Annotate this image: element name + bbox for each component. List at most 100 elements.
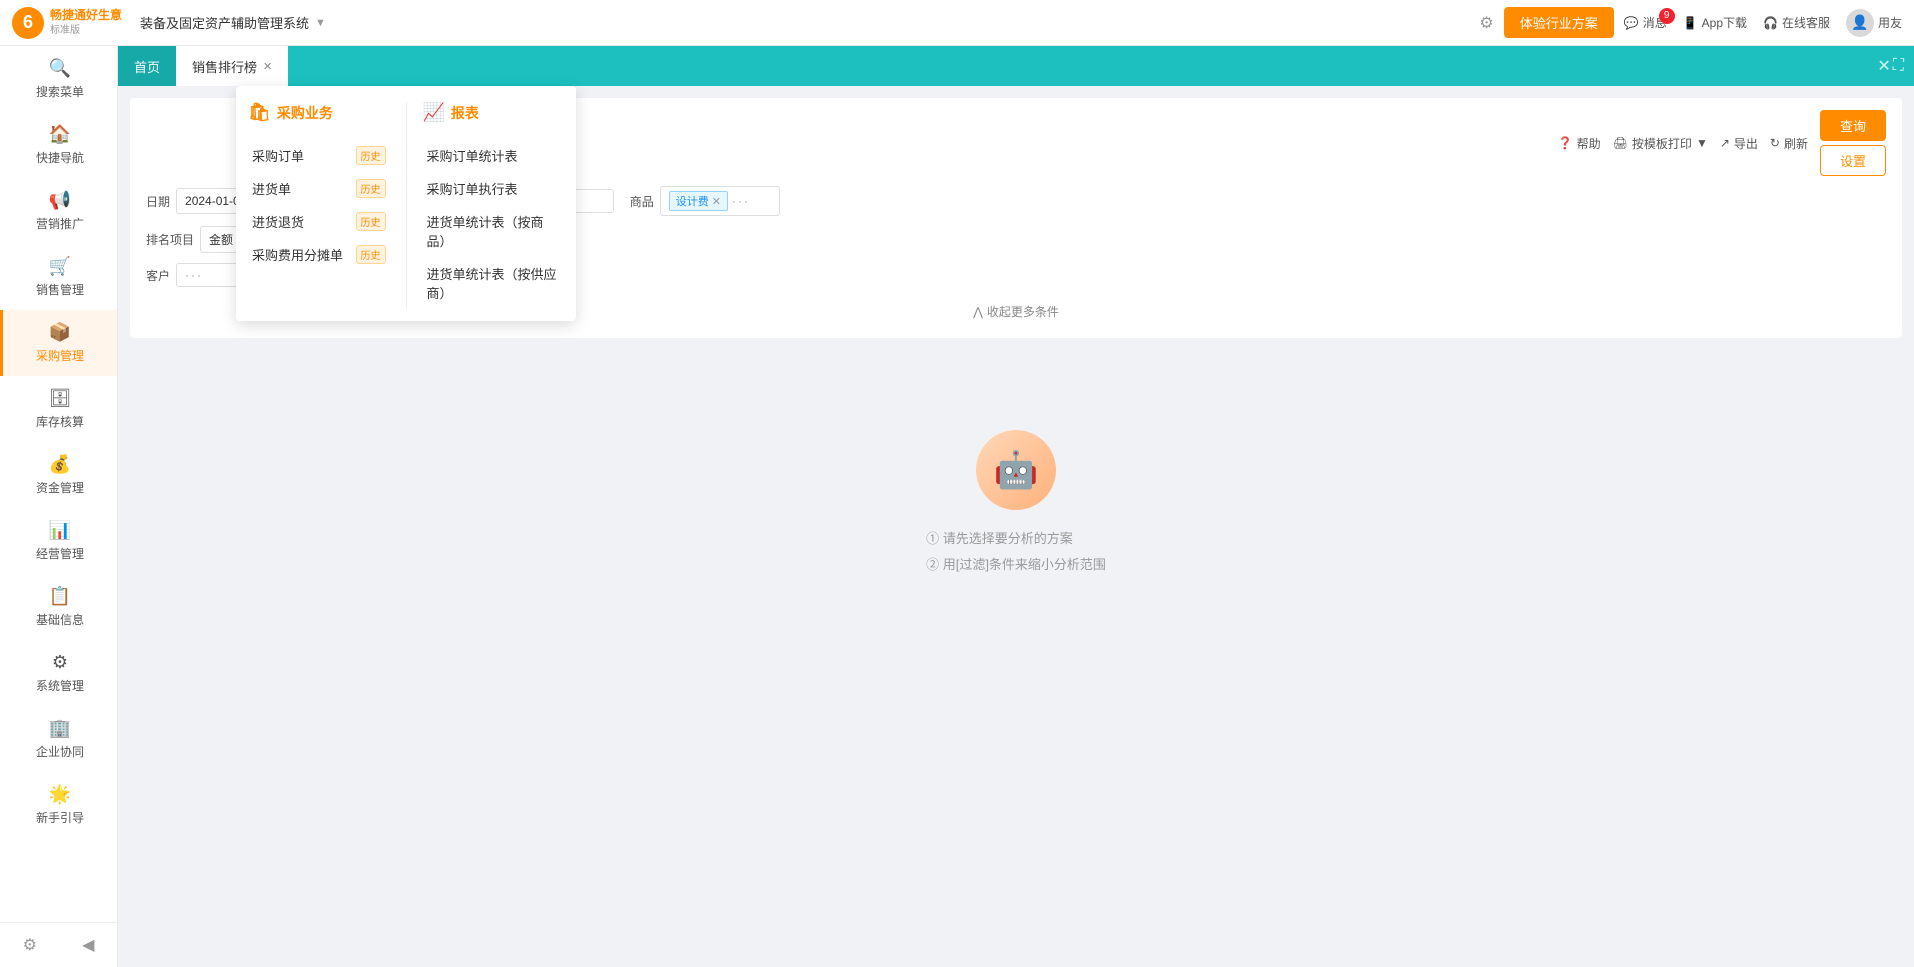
print-button[interactable]: 🖨 按模板打印 ▼	[1613, 135, 1708, 152]
tab-close-all-icon[interactable]: ✕	[1877, 56, 1890, 76]
print-icon: 🖨	[1613, 136, 1628, 150]
empty-state: 🤖 ① 请先选择要分析的方案 ② 用[过滤]条件来缩小分析范围	[130, 350, 1902, 658]
customer-label: 客户	[146, 267, 170, 284]
sidebar-item-quick[interactable]: 🏠 快捷导航	[0, 112, 117, 178]
help-button[interactable]: ❓ 帮助	[1558, 135, 1601, 152]
sales-icon: 🛒	[49, 256, 71, 277]
sidebar-item-system[interactable]: ⚙ 系统管理	[0, 640, 117, 706]
sidebar-label-enterprise: 企业协同	[36, 743, 84, 760]
content-area: 首页 销售排行榜 ✕ ✕ ⛶ ❓ 帮助	[118, 46, 1914, 967]
menu-item-purchase-receive[interactable]: 进货单 历史	[248, 172, 390, 205]
report-col-icon: 📈	[423, 102, 445, 123]
sidebar-item-marketing[interactable]: 📢 营销推广	[0, 178, 117, 244]
edition-label: 标准版	[50, 24, 122, 37]
purchase-order-history-tag: 历史	[356, 146, 386, 165]
sidebar-item-search[interactable]: 🔍 搜索菜单	[0, 46, 117, 112]
help-label: 帮助	[1577, 135, 1601, 152]
goods-tag: 设计费 ✕	[669, 191, 728, 211]
bottom-collapse-icon[interactable]: ◀	[82, 935, 94, 955]
step2-num: ②	[926, 557, 939, 572]
messages-badge: 9	[1659, 8, 1675, 24]
menu-item-purchase-order-stat[interactable]: 采购订单统计表	[423, 139, 565, 172]
goods-tag-remove-icon[interactable]: ✕	[712, 195, 721, 208]
tab-maximize-icon[interactable]: ⛶	[1893, 57, 1904, 75]
logo-icon: 6	[12, 7, 44, 39]
tab-home-label: 首页	[134, 57, 160, 76]
menu-item-purchase-expense[interactable]: 采购费用分摊单 历史	[248, 238, 390, 271]
receive-stat-goods-label: 进货单统计表（按商品）	[427, 212, 561, 250]
tab-sales-rank-label: 销售排行榜	[192, 57, 257, 76]
purchase-order-label: 采购订单	[252, 146, 356, 165]
industry-button[interactable]: 体验行业方案	[1504, 7, 1614, 38]
tab-sales-rank[interactable]: 销售排行榜 ✕	[176, 46, 288, 86]
guide-icon: 🌟	[49, 784, 71, 805]
refresh-icon: ↻	[1770, 136, 1780, 150]
bottom-settings-icon[interactable]: ⚙	[23, 935, 37, 955]
sidebar-label-basic: 基础信息	[36, 611, 84, 628]
user-label: 用友	[1878, 14, 1902, 31]
sidebar-item-operations[interactable]: 📊 经营管理	[0, 508, 117, 574]
menu-item-purchase-return[interactable]: 进货退货 历史	[248, 205, 390, 238]
empty-text: ① 请先选择要分析的方案 ② 用[过滤]条件来缩小分析范围	[926, 526, 1106, 578]
empty-hint1: ① 请先选择要分析的方案	[926, 526, 1106, 552]
sidebar-item-guide[interactable]: 🌟 新手引导	[0, 772, 117, 838]
tab-close-icon[interactable]: ✕	[263, 60, 272, 73]
customer-dots: ···	[185, 268, 203, 282]
hint2-text: 用[过滤]条件来缩小分析范围	[943, 557, 1106, 572]
purchase-expense-label: 采购费用分摊单	[252, 245, 356, 264]
purchase-col-icon: 🛍	[248, 102, 271, 123]
purchase-title-text: 采购业务	[277, 103, 333, 123]
marketing-icon: 📢	[49, 190, 71, 211]
dropdown-arrow-icon[interactable]: ▼	[315, 17, 326, 29]
sidebar-label-guide: 新手引导	[36, 809, 84, 826]
procurement-dropdown-menu: 🛍 采购业务 采购订单 历史 进货单 历史 进货退货 历史 采购费用分摊单	[236, 86, 576, 321]
query-button[interactable]: 查询	[1820, 110, 1886, 141]
purchase-col-title: 🛍 采购业务	[248, 102, 390, 129]
sidebar-item-inventory[interactable]: 🗄 库存核算	[0, 376, 117, 442]
main-layout: 🔍 搜索菜单 🏠 快捷导航 📢 营销推广 🛒 销售管理 📦 采购管理 🗄 库存核…	[0, 46, 1914, 967]
rank-value-text: 金额	[209, 231, 233, 248]
inventory-icon: 🗄	[49, 388, 72, 409]
sidebar-item-procurement[interactable]: 📦 采购管理	[0, 310, 117, 376]
set-button[interactable]: 设置	[1820, 145, 1886, 176]
goods-filter: 商品 设计费 ✕ ···	[630, 186, 780, 216]
online-service-item[interactable]: 🎧 在线客服	[1763, 14, 1830, 31]
sidebar-item-basic[interactable]: 📋 基础信息	[0, 574, 117, 640]
user-item[interactable]: 👤 用友	[1846, 9, 1902, 37]
headset-icon: 🎧	[1763, 16, 1778, 30]
tab-bar: 首页 销售排行榜 ✕ ✕ ⛶	[118, 46, 1914, 86]
report-col-title: 📈 报表	[423, 102, 565, 129]
tab-home[interactable]: 首页	[118, 46, 176, 86]
goods-more-icon[interactable]: ···	[732, 194, 750, 208]
empty-hint2: ② 用[过滤]条件来缩小分析范围	[926, 552, 1106, 578]
settings-icon[interactable]: ⚙	[1479, 13, 1493, 33]
date-filter-label: 日期	[146, 193, 170, 210]
sidebar-item-capital[interactable]: 💰 资金管理	[0, 442, 117, 508]
capital-icon: 💰	[49, 454, 71, 475]
export-button[interactable]: ↗ 导出	[1720, 135, 1758, 152]
collapse-icon: ⋀	[973, 305, 983, 319]
menu-item-purchase-order[interactable]: 采购订单 历史	[248, 139, 390, 172]
menu-item-purchase-order-exec[interactable]: 采购订单执行表	[423, 172, 565, 205]
export-label: 导出	[1734, 135, 1758, 152]
menu-item-receive-stat-supplier[interactable]: 进货单统计表（按供应商）	[423, 257, 565, 309]
app-download-item[interactable]: 📱 App下载	[1683, 14, 1747, 31]
goods-tag-label: 设计费	[676, 193, 709, 209]
receive-stat-supplier-label: 进货单统计表（按供应商）	[427, 264, 561, 302]
refresh-button[interactable]: ↻ 刷新	[1770, 135, 1808, 152]
system-title-text: 装备及固定资产辅助管理系统	[140, 13, 309, 32]
messages-item[interactable]: 💬 消息 9	[1624, 14, 1667, 31]
purchase-col: 🛍 采购业务 采购订单 历史 进货单 历史 进货退货 历史 采购费用分摊单	[236, 102, 402, 309]
sidebar-item-sales[interactable]: 🛒 销售管理	[0, 244, 117, 310]
empty-icon: 🤖	[976, 430, 1056, 510]
message-icon: 💬	[1624, 16, 1639, 30]
topbar: 6 畅捷通好生意 标准版 装备及固定资产辅助管理系统 ▼ ⚙ 体验行业方案 💬 …	[0, 0, 1914, 46]
purchase-return-label: 进货退货	[252, 212, 356, 231]
sidebar-bottom: ⚙ ◀	[0, 922, 117, 967]
sidebar-label-sales: 销售管理	[36, 281, 84, 298]
goods-value[interactable]: 设计费 ✕ ···	[660, 186, 780, 216]
sidebar-item-enterprise[interactable]: 🏢 企业协同	[0, 706, 117, 772]
menu-item-receive-stat-goods[interactable]: 进货单统计表（按商品）	[423, 205, 565, 257]
sidebar-label-operations: 经营管理	[36, 545, 84, 562]
print-label: 按模板打印	[1632, 135, 1692, 152]
